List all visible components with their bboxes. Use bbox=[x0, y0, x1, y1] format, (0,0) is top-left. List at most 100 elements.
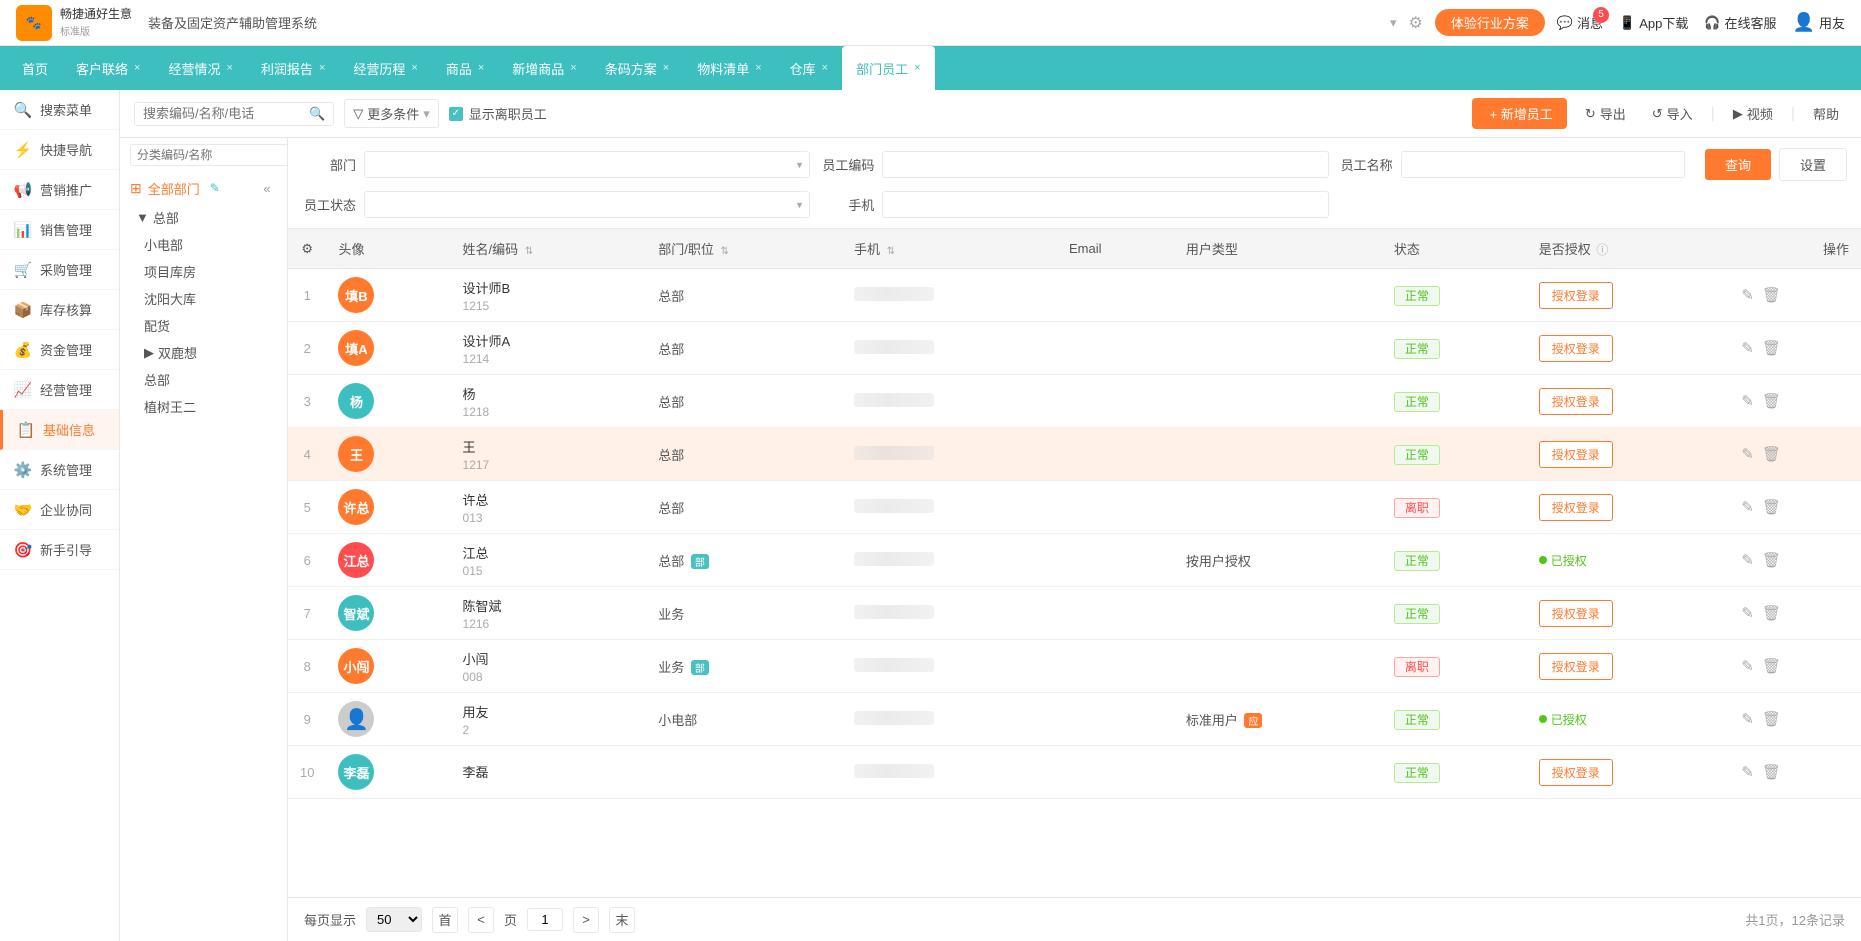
dept-node-2[interactable]: 项目库房 bbox=[120, 258, 287, 285]
dept-node-1[interactable]: 小电部 bbox=[120, 231, 287, 258]
user-avatar[interactable]: 👤 用友 bbox=[1793, 12, 1845, 33]
trial-btn[interactable]: 体验行业方案 bbox=[1435, 9, 1545, 36]
edit-icon[interactable]: ✎ bbox=[1741, 657, 1754, 675]
sidebar-item-collab[interactable]: 🤝 企业协同 bbox=[0, 490, 119, 530]
dept-node-7[interactable]: 植树王二 bbox=[120, 393, 287, 420]
search-input[interactable] bbox=[143, 106, 303, 121]
tab-warehouse-close[interactable]: × bbox=[822, 62, 828, 74]
edit-icon[interactable]: ✎ bbox=[1741, 392, 1754, 410]
th-phone[interactable]: 手机 ⇅ bbox=[842, 229, 1057, 269]
sidebar-item-basic[interactable]: 📋 基础信息 bbox=[0, 410, 119, 450]
delete-icon[interactable]: 🗑 bbox=[1762, 339, 1781, 357]
show-resigned-checkbox[interactable]: ✓ 显示离职员工 bbox=[449, 104, 547, 123]
dept-all-btn[interactable]: ⊞ 全部部门 ✎ « bbox=[120, 172, 287, 204]
tab-goods[interactable]: 商品 × bbox=[432, 46, 498, 90]
delete-icon[interactable]: 🗑 bbox=[1762, 710, 1781, 728]
current-page-input[interactable] bbox=[527, 908, 563, 931]
app-download-btn[interactable]: 📱 App下载 bbox=[1619, 13, 1688, 32]
phone-input[interactable] bbox=[882, 191, 1328, 218]
delete-icon[interactable]: 🗑 bbox=[1762, 445, 1781, 463]
sidebar-item-marketing[interactable]: 📢 营销推广 bbox=[0, 170, 119, 210]
status-select[interactable] bbox=[364, 191, 810, 218]
tab-warehouse[interactable]: 仓库 × bbox=[776, 46, 842, 90]
tab-management-close[interactable]: × bbox=[226, 62, 232, 74]
tab-goods-close[interactable]: × bbox=[478, 62, 484, 74]
tab-customer-close[interactable]: × bbox=[134, 62, 140, 74]
tab-newgoods-close[interactable]: × bbox=[570, 62, 576, 74]
dept-node-4[interactable]: 配货 bbox=[120, 312, 287, 339]
edit-dept-icon[interactable]: ✎ bbox=[210, 181, 220, 195]
sidebar-item-finance[interactable]: 💰 资金管理 bbox=[0, 330, 119, 370]
auth-login-btn[interactable]: 授权登录 bbox=[1539, 494, 1613, 521]
auth-login-btn[interactable]: 授权登录 bbox=[1539, 282, 1613, 309]
first-page-btn[interactable]: 首 bbox=[432, 907, 458, 933]
export-btn[interactable]: ↻ 导出 bbox=[1577, 100, 1634, 127]
delete-icon[interactable]: 🗑 bbox=[1762, 551, 1781, 569]
tab-dept[interactable]: 部门员工 × bbox=[842, 46, 934, 90]
add-employee-btn[interactable]: + 新增员工 bbox=[1472, 98, 1567, 129]
sidebar-item-sales[interactable]: 📊 销售管理 bbox=[0, 210, 119, 250]
query-btn[interactable]: 查询 bbox=[1705, 149, 1771, 180]
edit-icon[interactable]: ✎ bbox=[1741, 445, 1754, 463]
reset-btn[interactable]: 设置 bbox=[1779, 148, 1847, 181]
tab-barcode-close[interactable]: × bbox=[663, 62, 669, 74]
edit-icon[interactable]: ✎ bbox=[1741, 763, 1754, 781]
view-btn[interactable]: ▶ 视频 bbox=[1725, 100, 1781, 127]
auth-login-btn[interactable]: 授权登录 bbox=[1539, 600, 1613, 627]
tab-bom-close[interactable]: × bbox=[755, 62, 761, 74]
dropdown-arrow-icon[interactable]: ▾ bbox=[1390, 15, 1397, 31]
dept-node-6[interactable]: 总部 bbox=[120, 366, 287, 393]
dept-search-input[interactable] bbox=[130, 144, 288, 166]
empname-input[interactable] bbox=[1401, 151, 1685, 178]
message-btn[interactable]: 💬 5 消息 bbox=[1557, 13, 1603, 32]
tab-bom[interactable]: 物料清单 × bbox=[683, 46, 775, 90]
delete-icon[interactable]: 🗑 bbox=[1762, 657, 1781, 675]
delete-icon[interactable]: 🗑 bbox=[1762, 498, 1781, 516]
th-dept[interactable]: 部门/职位 ⇅ bbox=[646, 229, 842, 269]
sidebar-item-operations[interactable]: 📈 经营管理 bbox=[0, 370, 119, 410]
auth-login-btn[interactable]: 授权登录 bbox=[1539, 653, 1613, 680]
edit-icon[interactable]: ✎ bbox=[1741, 339, 1754, 357]
sidebar-item-guide[interactable]: 🎯 新手引导 bbox=[0, 530, 119, 570]
tab-history-close[interactable]: × bbox=[411, 62, 417, 74]
th-name[interactable]: 姓名/编码 ⇅ bbox=[451, 229, 647, 269]
empcode-input[interactable] bbox=[882, 151, 1328, 178]
next-page-btn[interactable]: > bbox=[573, 907, 599, 933]
dept-select[interactable] bbox=[364, 151, 810, 178]
auth-login-btn[interactable]: 授权登录 bbox=[1539, 335, 1613, 362]
edit-icon[interactable]: ✎ bbox=[1741, 710, 1754, 728]
online-service-btn[interactable]: 🎧 在线客服 bbox=[1704, 13, 1776, 32]
edit-icon[interactable]: ✎ bbox=[1741, 286, 1754, 304]
tab-newgoods[interactable]: 新增商品 × bbox=[498, 46, 590, 90]
import-btn[interactable]: ↺ 导入 bbox=[1644, 100, 1701, 127]
tab-profit[interactable]: 利润报告 × bbox=[247, 46, 339, 90]
settings-col[interactable]: ⚙ bbox=[288, 229, 326, 269]
sidebar-item-search[interactable]: 🔍 搜索菜单 bbox=[0, 90, 119, 130]
help-btn[interactable]: 帮助 bbox=[1805, 100, 1847, 127]
search-icon[interactable]: 🔍 bbox=[309, 106, 325, 122]
tab-dept-close[interactable]: × bbox=[914, 62, 920, 74]
prev-page-btn[interactable]: < bbox=[468, 907, 494, 933]
auth-login-btn[interactable]: 授权登录 bbox=[1539, 441, 1613, 468]
delete-icon[interactable]: 🗑 bbox=[1762, 763, 1781, 781]
auth-login-btn[interactable]: 授权登录 bbox=[1539, 759, 1613, 786]
sidebar-item-nav[interactable]: ⚡ 快捷导航 bbox=[0, 130, 119, 170]
dept-node-5[interactable]: ▶ 双鹿想 bbox=[120, 339, 287, 366]
edit-icon[interactable]: ✎ bbox=[1741, 551, 1754, 569]
auth-login-btn[interactable]: 授权登录 bbox=[1539, 388, 1613, 415]
settings-icon[interactable]: ⚙ bbox=[1408, 13, 1422, 33]
page-size-select[interactable]: 50 100 bbox=[366, 907, 422, 932]
tab-management[interactable]: 经营情况 × bbox=[154, 46, 246, 90]
dept-node-0[interactable]: ▼ 总部 bbox=[120, 204, 287, 231]
delete-icon[interactable]: 🗑 bbox=[1762, 604, 1781, 622]
tab-profit-close[interactable]: × bbox=[319, 62, 325, 74]
tab-home[interactable]: 首页 bbox=[8, 46, 62, 90]
edit-icon[interactable]: ✎ bbox=[1741, 604, 1754, 622]
last-page-btn[interactable]: 末 bbox=[609, 907, 635, 933]
tree-collapse-btn[interactable]: « bbox=[257, 178, 277, 198]
tab-barcode[interactable]: 条码方案 × bbox=[591, 46, 683, 90]
sidebar-item-inventory[interactable]: 📦 库存核算 bbox=[0, 290, 119, 330]
more-filter-btn[interactable]: ▽ 更多条件 ▾ bbox=[344, 99, 439, 128]
delete-icon[interactable]: 🗑 bbox=[1762, 392, 1781, 410]
sidebar-item-system[interactable]: ⚙️ 系统管理 bbox=[0, 450, 119, 490]
